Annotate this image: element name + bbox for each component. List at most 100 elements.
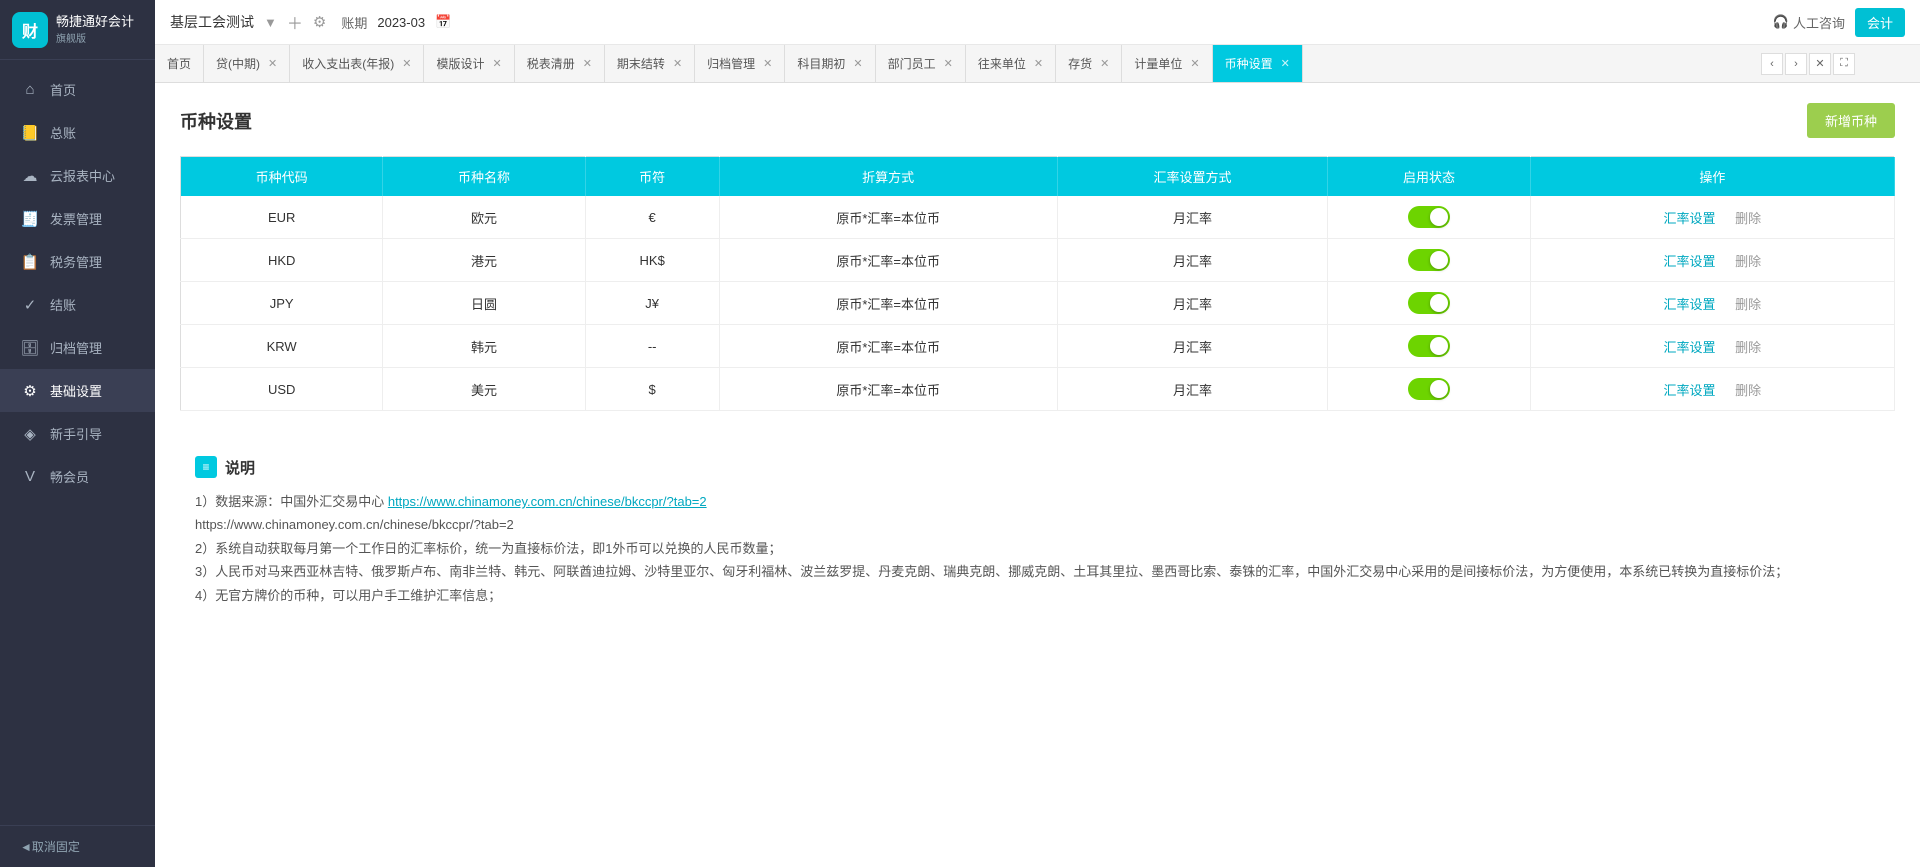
tab-close-partner[interactable]: ✕ bbox=[1034, 57, 1043, 70]
col-header-status: 启用状态 bbox=[1328, 157, 1530, 197]
tab-close-inventory[interactable]: ✕ bbox=[1100, 57, 1109, 70]
tab-balance[interactable]: 贷(中期) ✕ bbox=[204, 45, 290, 83]
tab-tax-clear[interactable]: 税表清册 ✕ bbox=[515, 45, 605, 83]
toggle-1[interactable] bbox=[1408, 249, 1450, 271]
notes-title-text: 说明 bbox=[225, 457, 255, 478]
account-button[interactable]: 会计 bbox=[1855, 8, 1905, 37]
tab-close-currency[interactable]: ✕ bbox=[1281, 57, 1290, 70]
cell-action-4: 汇率设置 删除 bbox=[1530, 368, 1894, 411]
cell-action-2: 汇率设置 删除 bbox=[1530, 282, 1894, 325]
sidebar-item-invoice[interactable]: 🧾 发票管理 bbox=[0, 197, 155, 240]
tab-close-income[interactable]: ✕ bbox=[402, 57, 411, 70]
settle-icon: ✓ bbox=[20, 296, 40, 314]
add-tab-button[interactable]: ＋ bbox=[287, 10, 303, 34]
tab-maximize-button[interactable]: ⛶ bbox=[1833, 53, 1855, 75]
sidebar-label-settings: 基础设置 bbox=[50, 381, 102, 400]
tab-partner[interactable]: 往来单位 ✕ bbox=[966, 45, 1056, 83]
note-link-1[interactable]: https://www.chinamoney.com.cn/chinese/bk… bbox=[388, 494, 707, 509]
company-dropdown-icon[interactable]: ▼ bbox=[264, 15, 277, 30]
delete-link-0[interactable]: 删除 bbox=[1735, 211, 1761, 226]
toggle-2[interactable] bbox=[1408, 292, 1450, 314]
help-button[interactable]: 🎧 人工咨询 bbox=[1773, 13, 1845, 32]
col-header-action: 操作 bbox=[1530, 157, 1894, 197]
tab-close-balance[interactable]: ✕ bbox=[268, 57, 277, 70]
tab-currency[interactable]: 币种设置 ✕ bbox=[1213, 45, 1303, 83]
cell-rate-4: 月汇率 bbox=[1057, 368, 1328, 411]
tax-icon: 📋 bbox=[20, 253, 40, 271]
table-header-row: 币种代码 币种名称 币符 折算方式 汇率设置方式 启用状态 操作 bbox=[181, 157, 1895, 197]
settings-button[interactable]: ⚙ bbox=[313, 13, 326, 31]
delete-link-2[interactable]: 删除 bbox=[1735, 297, 1761, 312]
delete-link-1[interactable]: 删除 bbox=[1735, 254, 1761, 269]
note-text-3: 2）系统自动获取每月第一个工作日的汇率标价，统一为直接标价法，即1外币可以兑换的… bbox=[195, 541, 781, 556]
tab-period-end[interactable]: 期末结转 ✕ bbox=[605, 45, 695, 83]
tab-inventory[interactable]: 存货 ✕ bbox=[1056, 45, 1122, 83]
top-header: 基层工会测试 ▼ ＋ ⚙ 账期 2023-03 📅 🎧 人工咨询 会计 bbox=[155, 0, 1920, 45]
sidebar-item-home[interactable]: ⌂ 首页 bbox=[0, 68, 155, 111]
cell-status-2 bbox=[1328, 282, 1530, 325]
rate-settings-link-2[interactable]: 汇率设置 bbox=[1664, 297, 1716, 312]
rate-settings-link-1[interactable]: 汇率设置 bbox=[1664, 254, 1716, 269]
sidebar-item-archive[interactable]: 🗄 归档管理 bbox=[0, 326, 155, 369]
tab-close-tax-clear[interactable]: ✕ bbox=[583, 57, 592, 70]
cell-status-1 bbox=[1328, 239, 1530, 282]
tab-prev-button[interactable]: ‹ bbox=[1761, 53, 1783, 75]
sidebar-item-guide[interactable]: ◈ 新手引导 bbox=[0, 412, 155, 455]
member-icon: V bbox=[20, 468, 40, 485]
tab-close-template[interactable]: ✕ bbox=[492, 57, 501, 70]
sidebar-pin-label: ◄取消固定 bbox=[20, 838, 80, 855]
toggle-0[interactable] bbox=[1408, 206, 1450, 228]
sidebar-item-ledger[interactable]: 📒 总账 bbox=[0, 111, 155, 154]
tab-label-unit: 计量单位 bbox=[1134, 55, 1182, 72]
tab-account-init[interactable]: 科目期初 ✕ bbox=[785, 45, 875, 83]
new-currency-button[interactable]: 新增币种 bbox=[1807, 103, 1895, 138]
toggle-3[interactable] bbox=[1408, 335, 1450, 357]
toggle-4[interactable] bbox=[1408, 378, 1450, 400]
tab-income[interactable]: 收入支出表(年报) ✕ bbox=[290, 45, 424, 83]
table-row: EUR 欧元 € 原币*汇率=本位币 月汇率 汇率设置 删除 bbox=[181, 196, 1895, 239]
rate-settings-link-4[interactable]: 汇率设置 bbox=[1664, 383, 1716, 398]
tab-close-all-button[interactable]: ✕ bbox=[1809, 53, 1831, 75]
note-text-4: 3）人民币对马来西亚林吉特、俄罗斯卢布、南非兰特、韩元、阿联酋迪拉姆、沙特里亚尔… bbox=[195, 564, 1788, 579]
guide-icon: ◈ bbox=[20, 425, 40, 443]
sidebar-item-tax[interactable]: 📋 税务管理 bbox=[0, 240, 155, 283]
tab-label-partner: 往来单位 bbox=[978, 55, 1026, 72]
rate-settings-link-0[interactable]: 汇率设置 bbox=[1664, 211, 1716, 226]
calendar-icon[interactable]: 📅 bbox=[435, 14, 451, 30]
sidebar-nav: ⌂ 首页 📒 总账 ☁ 云报表中心 🧾 发票管理 📋 税务管理 ✓ 结账 🗄 归… bbox=[0, 60, 155, 825]
cell-rate-1: 月汇率 bbox=[1057, 239, 1328, 282]
sidebar-pin-toggle[interactable]: ◄取消固定 bbox=[0, 825, 155, 867]
cell-name-2: 日圆 bbox=[383, 282, 585, 325]
sidebar-item-settings[interactable]: ⚙ 基础设置 bbox=[0, 369, 155, 412]
tab-unit[interactable]: 计量单位 ✕ bbox=[1122, 45, 1212, 83]
notes-icon: ≡ bbox=[195, 456, 217, 478]
sidebar-label-tax: 税务管理 bbox=[50, 252, 102, 271]
tab-close-dept[interactable]: ✕ bbox=[944, 57, 953, 70]
tab-dept[interactable]: 部门员工 ✕ bbox=[876, 45, 966, 83]
sidebar-item-member[interactable]: V 畅会员 bbox=[0, 455, 155, 498]
archive-icon: 🗄 bbox=[20, 339, 40, 357]
tab-label-dept: 部门员工 bbox=[888, 55, 936, 72]
tab-next-button[interactable]: › bbox=[1785, 53, 1807, 75]
cell-name-4: 美元 bbox=[383, 368, 585, 411]
sidebar-item-settle[interactable]: ✓ 结账 bbox=[0, 283, 155, 326]
delete-link-4[interactable]: 删除 bbox=[1735, 383, 1761, 398]
sidebar-label-reports: 云报表中心 bbox=[50, 166, 115, 185]
tab-archive-mgmt[interactable]: 归档管理 ✕ bbox=[695, 45, 785, 83]
sidebar-logo: 财 畅捷通好会计 旗舰版 bbox=[0, 0, 155, 60]
tab-close-archive-mgmt[interactable]: ✕ bbox=[763, 57, 772, 70]
period-value: 2023-03 bbox=[377, 15, 425, 30]
note-item-3: 2）系统自动获取每月第一个工作日的汇率标价，统一为直接标价法，即1外币可以兑换的… bbox=[195, 537, 1880, 560]
delete-link-3[interactable]: 删除 bbox=[1735, 340, 1761, 355]
tab-bar: 首页 贷(中期) ✕ 收入支出表(年报) ✕ 模版设计 ✕ 税表清册 ✕ 期末结… bbox=[155, 45, 1920, 83]
tab-close-account-init[interactable]: ✕ bbox=[853, 57, 862, 70]
tab-label-archive-mgmt: 归档管理 bbox=[707, 55, 755, 72]
rate-settings-link-3[interactable]: 汇率设置 bbox=[1664, 340, 1716, 355]
cell-action-1: 汇率设置 删除 bbox=[1530, 239, 1894, 282]
tab-close-period-end[interactable]: ✕ bbox=[673, 57, 682, 70]
cell-rate-2: 月汇率 bbox=[1057, 282, 1328, 325]
tab-close-unit[interactable]: ✕ bbox=[1190, 57, 1199, 70]
tab-home[interactable]: 首页 bbox=[155, 45, 204, 83]
sidebar-item-reports[interactable]: ☁ 云报表中心 bbox=[0, 154, 155, 197]
tab-template[interactable]: 模版设计 ✕ bbox=[424, 45, 514, 83]
